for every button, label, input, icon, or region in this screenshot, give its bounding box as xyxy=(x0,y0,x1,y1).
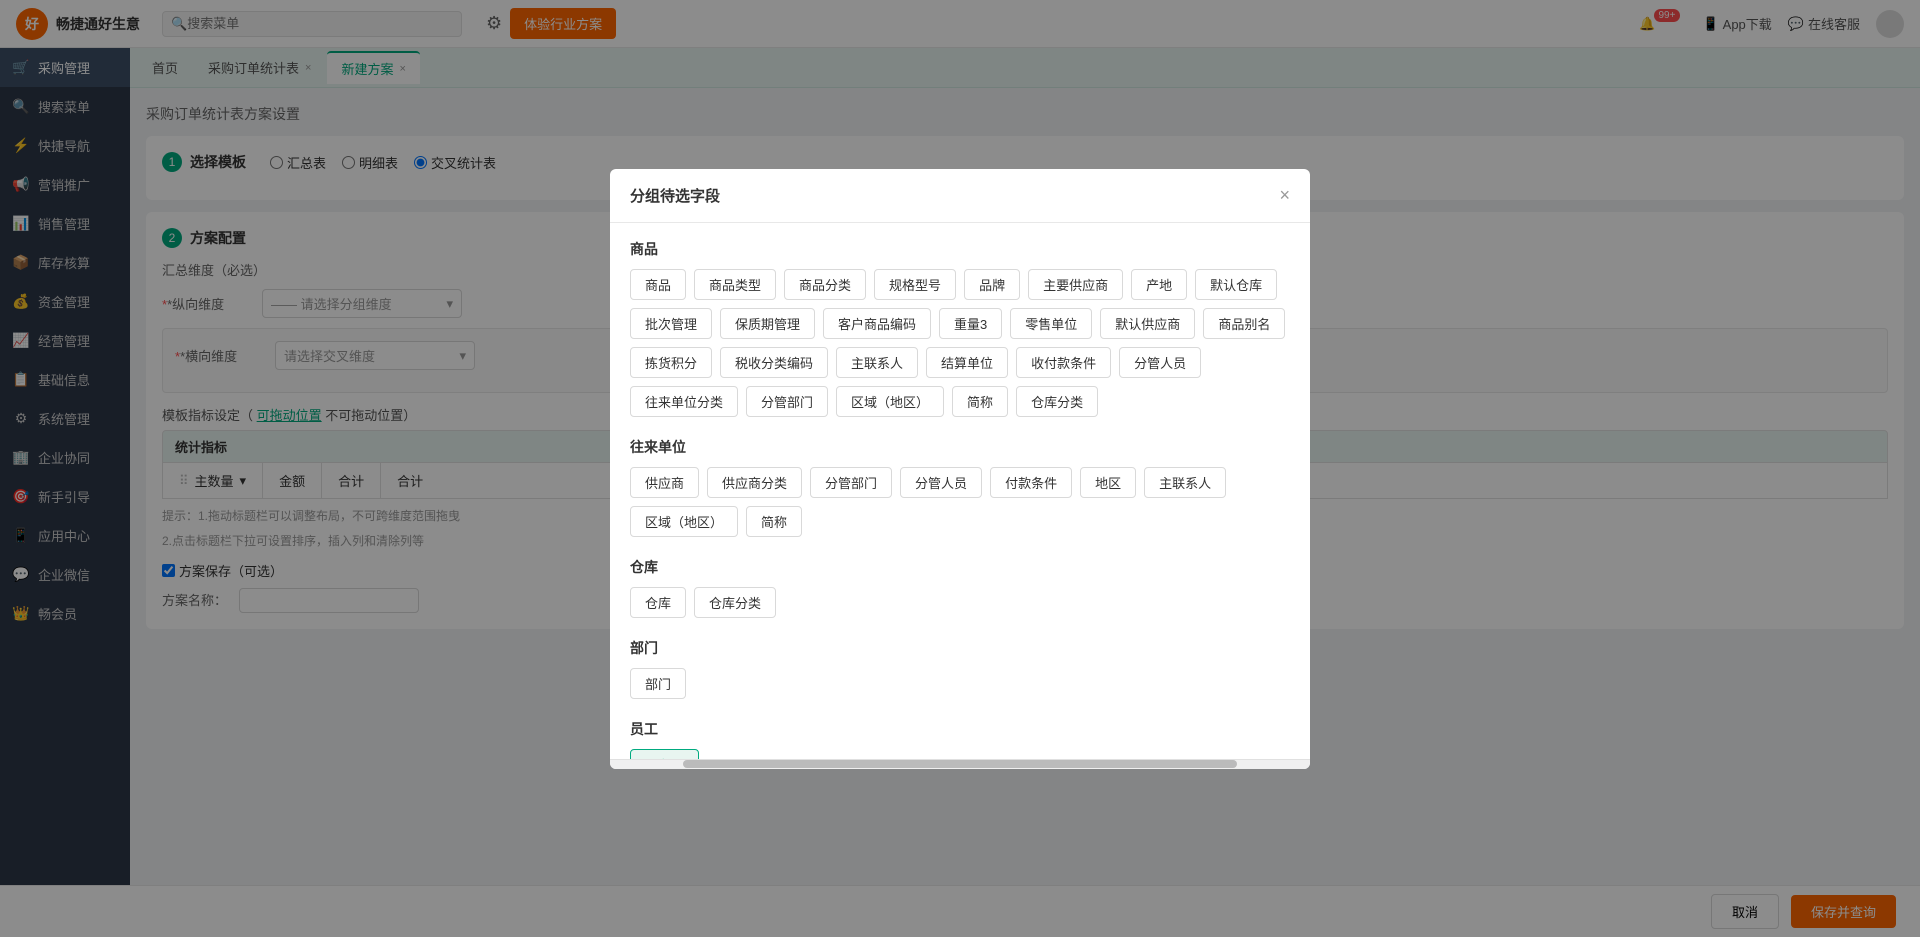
field-grid-employee: 业务员 xyxy=(630,749,1290,759)
field-tag-batch_mgmt[interactable]: 批次管理 xyxy=(630,308,712,339)
field-tag-warehouse_cat[interactable]: 仓库分类 xyxy=(694,587,776,618)
field-tag-product_type[interactable]: 商品类型 xyxy=(694,269,776,300)
modal: 分组待选字段 × 商品商品商品类型商品分类规格型号品牌主要供应商产地默认仓库批次… xyxy=(610,169,1310,769)
field-section-employee: 员工业务员 xyxy=(630,719,1290,759)
field-grid-product: 商品商品类型商品分类规格型号品牌主要供应商产地默认仓库批次管理保质期管理客户商品… xyxy=(630,269,1290,417)
modal-body: 商品商品商品类型商品分类规格型号品牌主要供应商产地默认仓库批次管理保质期管理客户… xyxy=(610,223,1310,759)
modal-scrollbar-thumb xyxy=(683,760,1237,768)
field-tag-pick_points[interactable]: 拣货积分 xyxy=(630,347,712,378)
field-tag-product_category[interactable]: 商品分类 xyxy=(784,269,866,300)
field-tag-expiry_mgmt[interactable]: 保质期管理 xyxy=(720,308,815,339)
field-tag-product[interactable]: 商品 xyxy=(630,269,686,300)
field-tag-origin[interactable]: 产地 xyxy=(1131,269,1187,300)
field-tag-settle_unit[interactable]: 结算单位 xyxy=(926,347,1008,378)
field-grid-department: 部门 xyxy=(630,668,1290,699)
field-tag-spec_model[interactable]: 规格型号 xyxy=(874,269,956,300)
field-tag-product_alias[interactable]: 商品别名 xyxy=(1203,308,1285,339)
field-tag-default_supplier[interactable]: 默认供应商 xyxy=(1100,308,1195,339)
field-tag-customer_code[interactable]: 客户商品编码 xyxy=(823,308,931,339)
field-tag-short_name[interactable]: 简称 xyxy=(952,386,1008,417)
field-tag-weight3[interactable]: 重量3 xyxy=(939,308,1002,339)
field-section-title-product: 商品 xyxy=(630,239,1290,259)
field-grid-warehouse: 仓库仓库分类 xyxy=(630,587,1290,618)
field-tag-region_area[interactable]: 区域（地区） xyxy=(630,506,738,537)
field-tag-main_contact[interactable]: 主联系人 xyxy=(836,347,918,378)
field-section-partner: 往来单位供应商供应商分类分管部门分管人员付款条件地区主联系人区域（地区） 简称 xyxy=(630,437,1290,537)
field-tag-manage_dept2[interactable]: 分管部门 xyxy=(810,467,892,498)
field-section-title-department: 部门 xyxy=(630,638,1290,658)
field-tag-retail_unit[interactable]: 零售单位 xyxy=(1010,308,1092,339)
field-tag-main_supplier[interactable]: 主要供应商 xyxy=(1028,269,1123,300)
field-tag-manager[interactable]: 分管人员 xyxy=(1119,347,1201,378)
modal-title: 分组待选字段 xyxy=(630,185,720,206)
field-tag-main_contact2[interactable]: 主联系人 xyxy=(1144,467,1226,498)
modal-header: 分组待选字段 × xyxy=(610,169,1310,223)
field-tag-tax_code[interactable]: 税收分类编码 xyxy=(720,347,828,378)
field-tag-short_name2[interactable]: 简称 xyxy=(746,506,802,537)
field-tag-manage_person2[interactable]: 分管人员 xyxy=(900,467,982,498)
modal-scrollbar[interactable] xyxy=(610,759,1310,769)
field-tag-warehouse_category[interactable]: 仓库分类 xyxy=(1016,386,1098,417)
field-section-title-partner: 往来单位 xyxy=(630,437,1290,457)
field-section-title-employee: 员工 xyxy=(630,719,1290,739)
field-tag-supplier_category[interactable]: 供应商分类 xyxy=(707,467,802,498)
field-tag-salesperson[interactable]: 业务员 xyxy=(630,749,699,759)
modal-close-button[interactable]: × xyxy=(1279,185,1290,206)
field-tag-region2[interactable]: 地区 xyxy=(1080,467,1136,498)
field-tag-payment_terms2[interactable]: 付款条件 xyxy=(990,467,1072,498)
field-tag-default_warehouse[interactable]: 默认仓库 xyxy=(1195,269,1277,300)
field-section-title-warehouse: 仓库 xyxy=(630,557,1290,577)
field-section-warehouse: 仓库仓库仓库分类 xyxy=(630,557,1290,618)
modal-overlay[interactable]: 分组待选字段 × 商品商品商品类型商品分类规格型号品牌主要供应商产地默认仓库批次… xyxy=(0,0,1920,937)
field-tag-supplier[interactable]: 供应商 xyxy=(630,467,699,498)
field-tag-warehouse[interactable]: 仓库 xyxy=(630,587,686,618)
field-section-department: 部门部门 xyxy=(630,638,1290,699)
field-tag-manage_dept[interactable]: 分管部门 xyxy=(746,386,828,417)
field-tag-dept[interactable]: 部门 xyxy=(630,668,686,699)
field-section-product: 商品商品商品类型商品分类规格型号品牌主要供应商产地默认仓库批次管理保质期管理客户… xyxy=(630,239,1290,417)
field-tag-brand[interactable]: 品牌 xyxy=(964,269,1020,300)
field-tag-region[interactable]: 区域（地区） xyxy=(836,386,944,417)
field-tag-incoming_unit[interactable]: 往来单位分类 xyxy=(630,386,738,417)
field-tag-payment_terms[interactable]: 收付款条件 xyxy=(1016,347,1111,378)
field-grid-partner: 供应商供应商分类分管部门分管人员付款条件地区主联系人区域（地区） 简称 xyxy=(630,467,1290,537)
